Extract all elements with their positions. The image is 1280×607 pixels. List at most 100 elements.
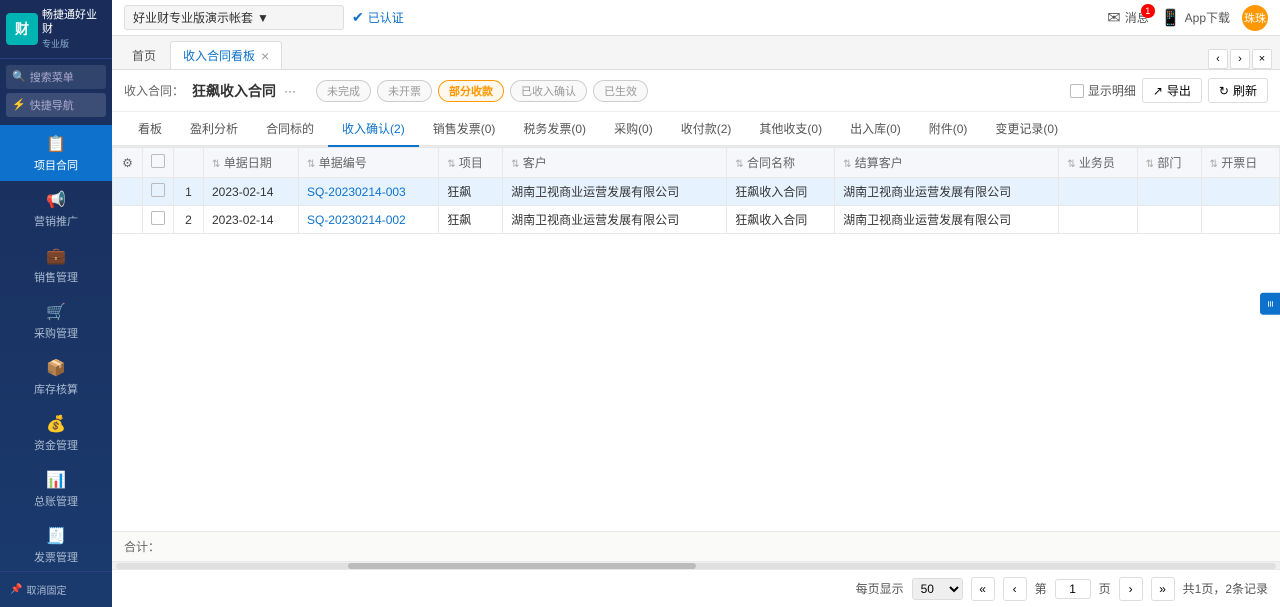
salesperson-col-header[interactable]: ⇅ 业务员: [1059, 148, 1137, 178]
row-number[interactable]: SQ-20230214-002: [298, 206, 438, 234]
row-number-link[interactable]: SQ-20230214-002: [307, 213, 406, 227]
show-detail-checkbox[interactable]: [1070, 84, 1084, 98]
settings-col-header[interactable]: ⚙: [113, 148, 143, 178]
status-confirmed[interactable]: 已收入确认: [510, 80, 587, 102]
unpin-button[interactable]: 📌 取消固定: [6, 578, 106, 601]
horizontal-scrollbar[interactable]: [112, 561, 1280, 569]
checkbox-col-header[interactable]: [143, 148, 174, 178]
row-date: 2023-02-14: [204, 206, 299, 234]
tab-prev-button[interactable]: ‹: [1208, 49, 1228, 69]
row-checkbox-input[interactable]: [151, 183, 165, 197]
row-checkbox[interactable]: [143, 206, 174, 234]
row-settings[interactable]: [113, 206, 143, 234]
next-page-button[interactable]: ›: [1119, 577, 1143, 601]
subtab-收付款[interactable]: 收付款(2): [667, 112, 746, 147]
row-checkbox[interactable]: [143, 178, 174, 206]
sidebar-item-8[interactable]: 📊 总账管理: [0, 461, 112, 517]
table-wrapper[interactable]: ⚙ ⇅ 单据日期 ⇅ 单据编号 ⇅ 项目 ⇅ 客户 ⇅ 合同名称 ⇅ 结算客户 …: [112, 147, 1280, 531]
row-project: 狂飙: [439, 206, 503, 234]
subtab-合同标的[interactable]: 合同标的: [252, 112, 328, 147]
sidebar-item-icon: 💼: [45, 245, 67, 267]
subtab-收入确认[interactable]: 收入确认(2): [328, 112, 419, 147]
row-salesperson: [1059, 206, 1137, 234]
customer-col-header[interactable]: ⇅ 客户: [503, 148, 727, 178]
app-download-button[interactable]: 📱 App下载: [1161, 8, 1230, 28]
row-number[interactable]: SQ-20230214-003: [298, 178, 438, 206]
sidebar-item-5[interactable]: 🛒 采购管理: [0, 293, 112, 349]
sort-icon: ⇅: [1146, 159, 1154, 170]
sidebar-item-label: 营销推广: [34, 213, 78, 229]
sidebar-item-4[interactable]: 💼 销售管理: [0, 237, 112, 293]
prev-page-button[interactable]: ‹: [1003, 577, 1027, 601]
select-all-checkbox[interactable]: [151, 154, 165, 168]
scroll-thumb[interactable]: [348, 563, 696, 569]
date-col-header[interactable]: ⇅ 单据日期: [204, 148, 299, 178]
company-selector[interactable]: 好业财专业版演示帐套 ▼: [124, 5, 344, 30]
invoice-date-col-header[interactable]: ⇅ 开票日: [1201, 148, 1280, 178]
row-no: 1: [174, 178, 204, 206]
row-invoice-date: [1201, 178, 1280, 206]
app-logo: 财 畅捷通好业财 专业版: [0, 0, 112, 59]
subtab-盈利分析[interactable]: 盈利分析: [176, 112, 252, 147]
more-options-button[interactable]: ···: [284, 84, 296, 98]
subtab-看板[interactable]: 看板: [124, 112, 176, 147]
tab-next-button[interactable]: ›: [1230, 49, 1250, 69]
table-row[interactable]: 1 2023-02-14 SQ-20230214-003 狂飙 湖南卫视商业运营…: [113, 178, 1280, 206]
sidebar-item-6[interactable]: 📦 库存核算: [0, 349, 112, 405]
user-avatar-button[interactable]: 珠珠: [1242, 5, 1268, 31]
contract-board-tab[interactable]: 收入合同看板 ×: [170, 41, 282, 69]
department-col-header[interactable]: ⇅ 部门: [1137, 148, 1201, 178]
search-menu-button[interactable]: 🔍 搜索菜单: [6, 65, 106, 89]
tab-close-all-button[interactable]: ×: [1252, 49, 1272, 69]
tabbar: 首页 收入合同看板 × ‹ › ×: [112, 36, 1280, 70]
page-input[interactable]: [1055, 579, 1091, 599]
status-no-invoice[interactable]: 未开票: [377, 80, 432, 102]
number-col-header[interactable]: ⇅ 单据编号: [298, 148, 438, 178]
tab-close-icon[interactable]: ×: [261, 49, 269, 63]
contract-name-col-header[interactable]: ⇅ 合同名称: [727, 148, 835, 178]
header-actions: 显示明细 ↗ 导出 ↻ 刷新: [1070, 78, 1268, 103]
right-panel-toggle[interactable]: ≡: [1260, 292, 1280, 314]
show-detail-option[interactable]: 显示明细: [1070, 78, 1136, 103]
last-page-button[interactable]: »: [1151, 577, 1175, 601]
tab-label: 收入合同看板: [183, 47, 255, 64]
row-checkbox-input[interactable]: [151, 211, 165, 225]
sidebar-item-label: 总账管理: [34, 493, 78, 509]
subtab-附件[interactable]: 附件(0): [915, 112, 982, 147]
sidebar-item-icon: 🛒: [45, 301, 67, 323]
sort-icon: ⇅: [447, 159, 455, 170]
quick-nav-button[interactable]: ⚡ 快捷导航: [6, 93, 106, 117]
subtab-出入库[interactable]: 出入库(0): [836, 112, 915, 147]
subtab-采购[interactable]: 采购(0): [600, 112, 667, 147]
sidebar-item-9[interactable]: 🧾 发票管理: [0, 517, 112, 571]
export-button[interactable]: ↗ 导出: [1142, 78, 1202, 103]
scroll-track: [116, 563, 1276, 569]
message-button[interactable]: ✉ 1 消息: [1107, 8, 1148, 28]
project-col-header[interactable]: ⇅ 项目: [439, 148, 503, 178]
sidebar-item-icon: 💰: [45, 413, 67, 435]
sidebar-item-3[interactable]: 📢 营销推广: [0, 181, 112, 237]
page-size-select[interactable]: 50 100 200: [912, 578, 963, 600]
contract-prefix: 收入合同：: [124, 82, 184, 99]
subtab-税务发票[interactable]: 税务发票(0): [509, 112, 600, 147]
table-row[interactable]: 2 2023-02-14 SQ-20230214-002 狂飙 湖南卫视商业运营…: [113, 206, 1280, 234]
row-number-link[interactable]: SQ-20230214-003: [307, 185, 406, 199]
status-partial[interactable]: 部分收款: [438, 80, 504, 102]
status-incomplete[interactable]: 未完成: [316, 80, 371, 102]
first-page-button[interactable]: «: [971, 577, 995, 601]
sidebar-item-label: 项目合同: [34, 157, 78, 173]
subtab-变更记录[interactable]: 变更记录(0): [981, 112, 1072, 147]
row-project: 狂飙: [439, 178, 503, 206]
row-settings[interactable]: [113, 178, 143, 206]
row-department: [1137, 206, 1201, 234]
home-tab[interactable]: 首页: [120, 42, 168, 69]
sidebar-item-2[interactable]: 📋 项目合同: [0, 125, 112, 181]
row-settlement: 湖南卫视商业运营发展有限公司: [835, 178, 1059, 206]
status-effective[interactable]: 已生效: [593, 80, 648, 102]
certified-icon: ✔: [352, 9, 364, 26]
subtab-其他收支[interactable]: 其他收支(0): [745, 112, 836, 147]
sidebar-item-7[interactable]: 💰 资金管理: [0, 405, 112, 461]
refresh-button[interactable]: ↻ 刷新: [1208, 78, 1268, 103]
settlement-col-header[interactable]: ⇅ 结算客户: [835, 148, 1059, 178]
subtab-销售发票[interactable]: 销售发票(0): [419, 112, 510, 147]
